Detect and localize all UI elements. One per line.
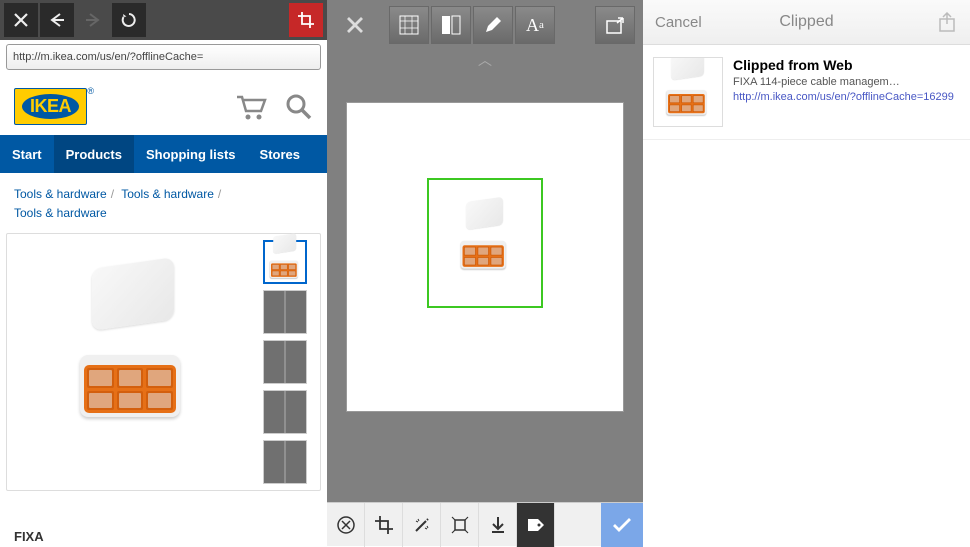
thumbnail[interactable] (263, 290, 307, 334)
site-header: IKEA ® (0, 74, 327, 135)
share-icon[interactable] (938, 12, 958, 32)
clip-info: Clipped from Web FIXA 114-piece cable ma… (733, 57, 960, 127)
clip-url[interactable]: http://m.ikea.com/us/en/?offlineCache=16… (733, 90, 960, 104)
crumb-link[interactable]: Tools & hardware (14, 187, 107, 201)
forward-button[interactable] (76, 3, 110, 37)
expand-tool[interactable] (441, 503, 479, 547)
nav-start[interactable]: Start (0, 135, 54, 173)
thumbnail[interactable] (263, 240, 307, 284)
clip-card[interactable]: Clipped from Web FIXA 114-piece cable ma… (643, 45, 970, 140)
tag-tool[interactable] (517, 503, 555, 547)
product-main-image (13, 240, 255, 480)
editor-bottom-toolbar (327, 502, 643, 546)
crop-tool[interactable] (365, 503, 403, 547)
crop-selection[interactable] (427, 178, 543, 308)
reload-button[interactable] (112, 3, 146, 37)
clipped-header: Cancel Clipped (643, 0, 970, 45)
browser-panel: http://m.ikea.com/us/en/?offlineCache= I… (0, 0, 327, 546)
product-thumbnails (263, 240, 311, 484)
nav-products[interactable]: Products (54, 135, 134, 173)
clip-thumbnail (653, 57, 723, 127)
thumbnail[interactable] (263, 440, 307, 484)
share-button[interactable] (595, 6, 635, 44)
pencil-tool[interactable] (473, 6, 513, 44)
product-card (6, 233, 321, 491)
clip-description: FIXA 114-piece cable managem… (733, 76, 960, 88)
ikea-logo[interactable]: IKEA ® (14, 88, 87, 125)
search-icon[interactable] (285, 93, 313, 121)
grid-tool[interactable] (389, 6, 429, 44)
crop-button[interactable] (289, 3, 323, 37)
nav-shopping-lists[interactable]: Shopping lists (134, 135, 248, 173)
breadcrumb: Tools & hardware/ Tools & hardware/ Tool… (0, 173, 327, 229)
clipped-panel: Cancel Clipped Clipped from Web FIXA 114… (643, 0, 970, 546)
split-tool[interactable] (431, 6, 471, 44)
close-button[interactable] (4, 3, 38, 37)
thumbnail[interactable] (263, 390, 307, 434)
magic-tool[interactable] (403, 503, 441, 547)
close-icon[interactable] (335, 6, 375, 44)
clip-title: Clipped from Web (733, 57, 960, 73)
nav-stores[interactable]: Stores (248, 135, 312, 173)
main-nav: Start Products Shopping lists Stores (0, 135, 327, 173)
crumb-link[interactable]: Tools & hardware (14, 206, 107, 220)
back-button[interactable] (40, 3, 74, 37)
download-tool[interactable] (479, 503, 517, 547)
url-bar[interactable]: http://m.ikea.com/us/en/?offlineCache= (6, 44, 321, 70)
cancel-tool[interactable] (327, 503, 365, 547)
product-name: FIXA (14, 529, 44, 544)
page-title: Clipped (779, 13, 833, 31)
cart-icon[interactable] (235, 93, 267, 121)
text-tool[interactable]: Aa (515, 6, 555, 44)
crumb-link[interactable]: Tools & hardware (121, 187, 214, 201)
editor-panel: Aa ︿ (327, 0, 643, 546)
cancel-button[interactable]: Cancel (655, 14, 702, 31)
confirm-button[interactable] (601, 503, 643, 547)
chevron-up-icon[interactable]: ︿ (327, 50, 643, 68)
thumbnail[interactable] (263, 340, 307, 384)
editor-canvas[interactable] (346, 102, 624, 412)
browser-toolbar (0, 0, 327, 40)
editor-toolbar: Aa (327, 0, 643, 50)
